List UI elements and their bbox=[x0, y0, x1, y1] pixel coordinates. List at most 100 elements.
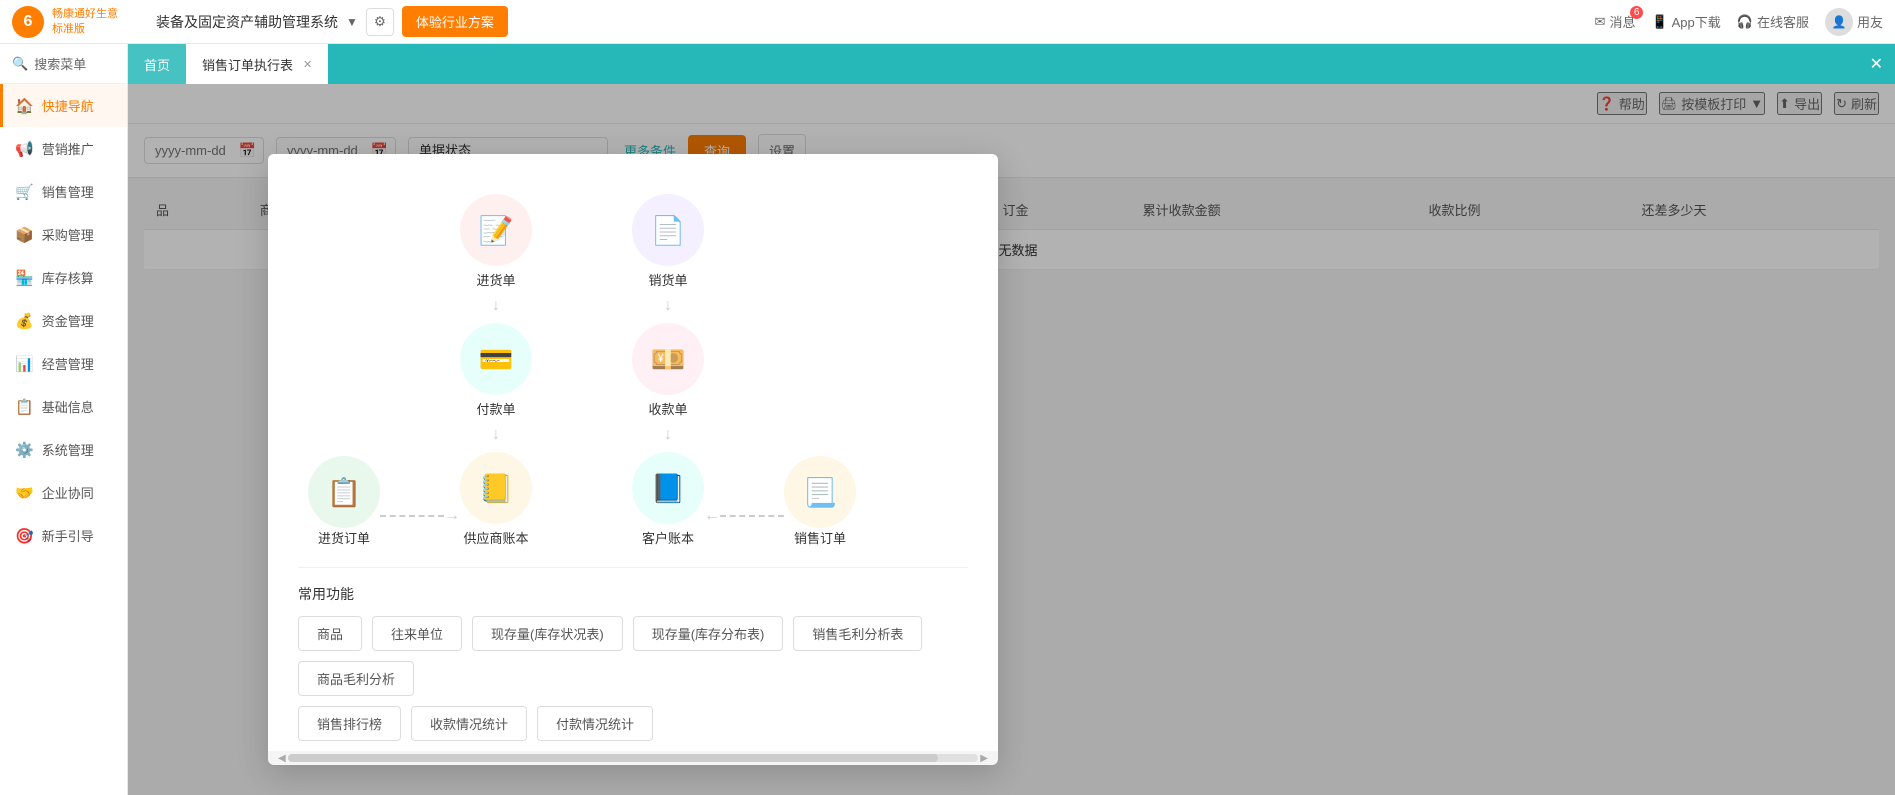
sidebar-item-label: 新手引导 bbox=[42, 526, 94, 545]
base-info-icon: 📋 bbox=[15, 398, 34, 416]
sales-order-node: 📃 销售订单 bbox=[784, 456, 856, 547]
scrollbar-track bbox=[288, 754, 979, 762]
main-layout: 🔍 搜索菜单 🏠 快捷导航 📢 营销推广 🛒 销售管理 📦 采购管理 🏪 bbox=[0, 44, 1895, 795]
online-service-btn[interactable]: 🎧 在线客服 bbox=[1737, 12, 1809, 31]
marketing-icon: 📢 bbox=[15, 140, 34, 158]
scrollbar-thumb[interactable] bbox=[288, 754, 938, 762]
tab-sales-order-exec[interactable]: 销售订单执行表 ✕ bbox=[186, 44, 328, 84]
common-btn-product-profit[interactable]: 商品毛利分析 bbox=[298, 661, 414, 696]
receipt-bill-label: 收款单 bbox=[648, 399, 687, 418]
common-btn-sales-profit[interactable]: 销售毛利分析表 bbox=[793, 616, 922, 651]
sidebar-item-guide[interactable]: 🎯 新手引导 bbox=[0, 514, 127, 557]
app-download-btn[interactable]: 📱 App下载 bbox=[1651, 12, 1720, 31]
phone-icon: 📱 bbox=[1651, 14, 1667, 30]
home-icon: 🏠 bbox=[15, 97, 34, 115]
sidebar-item-quick-nav[interactable]: 🏠 快捷导航 bbox=[0, 84, 127, 127]
purchase-order-icon: 📋 bbox=[308, 456, 380, 528]
sidebar-item-label: 系统管理 bbox=[42, 440, 94, 459]
sidebar-item-enterprise[interactable]: 🤝 企业协同 bbox=[0, 471, 127, 514]
avatar: 👤 bbox=[1825, 8, 1853, 36]
common-btn-payment-stats[interactable]: 付款情况统计 bbox=[537, 706, 653, 741]
message-btn[interactable]: ✉ 消息 6 bbox=[1595, 12, 1636, 31]
tab-bar: 首页 销售订单执行表 ✕ ✕ bbox=[128, 44, 1895, 84]
common-functions-title: 常用功能 bbox=[298, 584, 968, 604]
sidebar-item-label: 企业协同 bbox=[42, 483, 94, 502]
flow-diagram: 📋 进货订单 → bbox=[298, 184, 968, 567]
sidebar-item-label: 资金管理 bbox=[42, 311, 94, 330]
experience-button[interactable]: 体验行业方案 bbox=[402, 6, 508, 37]
scrollbar-right-arrow[interactable]: ▶ bbox=[978, 753, 990, 764]
purchase-order-label: 进货订单 bbox=[318, 528, 370, 547]
modal-overlay: 📋 进货订单 → bbox=[128, 84, 1895, 795]
sidebar-item-label: 营销推广 bbox=[42, 139, 94, 158]
modal-scrollbar: ◀ ▶ bbox=[268, 751, 998, 765]
purchase-bill-icon: 📝 bbox=[460, 194, 532, 266]
sales-bill-label: 销货单 bbox=[648, 270, 687, 289]
sidebar-item-label: 采购管理 bbox=[42, 225, 94, 244]
tab-home[interactable]: 首页 bbox=[128, 44, 186, 84]
payment-bill-icon: 💳 bbox=[460, 323, 532, 395]
purchase-icon: 📦 bbox=[15, 226, 34, 244]
scrollbar-left-arrow[interactable]: ◀ bbox=[276, 753, 288, 764]
sidebar-item-operations[interactable]: 📊 经营管理 bbox=[0, 342, 127, 385]
content-area: 首页 销售订单执行表 ✕ ✕ ❓ 帮助 bbox=[128, 44, 1895, 795]
common-functions-section: 常用功能 商品 往来单位 现存量(库存状况表) 现存量(库存分布表) 销售毛利分… bbox=[298, 567, 968, 741]
dropdown-icon[interactable]: ▼ bbox=[346, 15, 358, 29]
supplier-ledger-icon: 📒 bbox=[460, 452, 532, 524]
search-menu-btn[interactable]: 🔍 搜索菜单 bbox=[0, 44, 127, 84]
sales-order-label: 销售订单 bbox=[794, 528, 846, 547]
tab-sales-order-exec-label: 销售订单执行表 bbox=[202, 55, 293, 74]
purchase-order-node: 📋 进货订单 bbox=[308, 456, 380, 547]
message-badge: 6 bbox=[1630, 6, 1644, 19]
user-btn[interactable]: 👤 用友 bbox=[1825, 8, 1883, 36]
sidebar-item-inventory[interactable]: 🏪 库存核算 bbox=[0, 256, 127, 299]
common-btns-row1: 商品 往来单位 现存量(库存状况表) 现存量(库存分布表) 销售毛利分析表 商品… bbox=[298, 616, 968, 696]
inventory-icon: 🏪 bbox=[15, 269, 34, 287]
quick-nav-modal: 📋 进货订单 → bbox=[268, 154, 998, 765]
sidebar-item-purchase[interactable]: 📦 采购管理 bbox=[0, 213, 127, 256]
headset-icon: 🎧 bbox=[1737, 14, 1753, 30]
finance-icon: 💰 bbox=[15, 312, 34, 330]
sales-bill-col: 📄 销货单 ↓ 💴 收款单 ↓ 📘 客户账本 bbox=[632, 194, 704, 547]
common-btn-sales-rank[interactable]: 销售排行榜 bbox=[298, 706, 401, 741]
sidebar-item-marketing[interactable]: 📢 营销推广 bbox=[0, 127, 127, 170]
payment-bill-label: 付款单 bbox=[476, 399, 515, 418]
logo-icon: 6 bbox=[12, 6, 44, 38]
close-all-tabs-btn[interactable]: ✕ bbox=[1858, 44, 1895, 84]
top-bar-center: 装备及固定资产辅助管理系统 ▼ ⚙ 体验行业方案 bbox=[140, 6, 1595, 37]
sidebar-item-label: 销售管理 bbox=[42, 182, 94, 201]
system-title: 装备及固定资产辅助管理系统 bbox=[156, 12, 338, 32]
purchase-bill-col: 📝 进货单 ↓ 💳 付款单 ↓ 📒 供应商账本 bbox=[460, 194, 532, 547]
system-icon: ⚙️ bbox=[15, 441, 34, 459]
sidebar-item-label: 库存核算 bbox=[42, 268, 94, 287]
sales-icon: 🛒 bbox=[15, 183, 34, 201]
logo-area: 6 畅康通好生意 标准版 bbox=[12, 6, 140, 38]
common-btn-stock-status[interactable]: 现存量(库存状况表) bbox=[472, 616, 623, 651]
sidebar-item-finance[interactable]: 💰 资金管理 bbox=[0, 299, 127, 342]
common-btn-product[interactable]: 商品 bbox=[298, 616, 362, 651]
sidebar-item-sales[interactable]: 🛒 销售管理 bbox=[0, 170, 127, 213]
sidebar-item-label: 基础信息 bbox=[42, 397, 94, 416]
enterprise-icon: 🤝 bbox=[15, 484, 34, 502]
top-bar: 6 畅康通好生意 标准版 装备及固定资产辅助管理系统 ▼ ⚙ 体验行业方案 ✉ … bbox=[0, 0, 1895, 44]
operations-icon: 📊 bbox=[15, 355, 34, 373]
message-icon: ✉ bbox=[1595, 14, 1606, 30]
purchase-bill-label: 进货单 bbox=[476, 270, 515, 289]
common-btns-row2: 销售排行榜 收款情况统计 付款情况统计 bbox=[298, 706, 968, 741]
tab-home-label: 首页 bbox=[144, 55, 170, 74]
search-icon: 🔍 bbox=[12, 56, 28, 72]
sales-order-icon: 📃 bbox=[784, 456, 856, 528]
sidebar-item-label: 快捷导航 bbox=[42, 96, 94, 115]
common-btn-partner[interactable]: 往来单位 bbox=[372, 616, 462, 651]
sidebar: 🔍 搜索菜单 🏠 快捷导航 📢 营销推广 🛒 销售管理 📦 采购管理 🏪 bbox=[0, 44, 128, 795]
supplier-ledger-label: 供应商账本 bbox=[463, 528, 528, 547]
settings-button[interactable]: ⚙ bbox=[366, 8, 394, 36]
sidebar-item-base-info[interactable]: 📋 基础信息 bbox=[0, 385, 127, 428]
tab-close-btn[interactable]: ✕ bbox=[303, 58, 312, 71]
top-bar-right: ✉ 消息 6 📱 App下载 🎧 在线客服 👤 用友 bbox=[1595, 8, 1883, 36]
common-btn-stock-dist[interactable]: 现存量(库存分布表) bbox=[633, 616, 784, 651]
customer-ledger-label: 客户账本 bbox=[642, 528, 694, 547]
sidebar-item-system[interactable]: ⚙️ 系统管理 bbox=[0, 428, 127, 471]
common-btn-receipt-stats[interactable]: 收款情况统计 bbox=[411, 706, 527, 741]
receipt-bill-icon: 💴 bbox=[632, 323, 704, 395]
